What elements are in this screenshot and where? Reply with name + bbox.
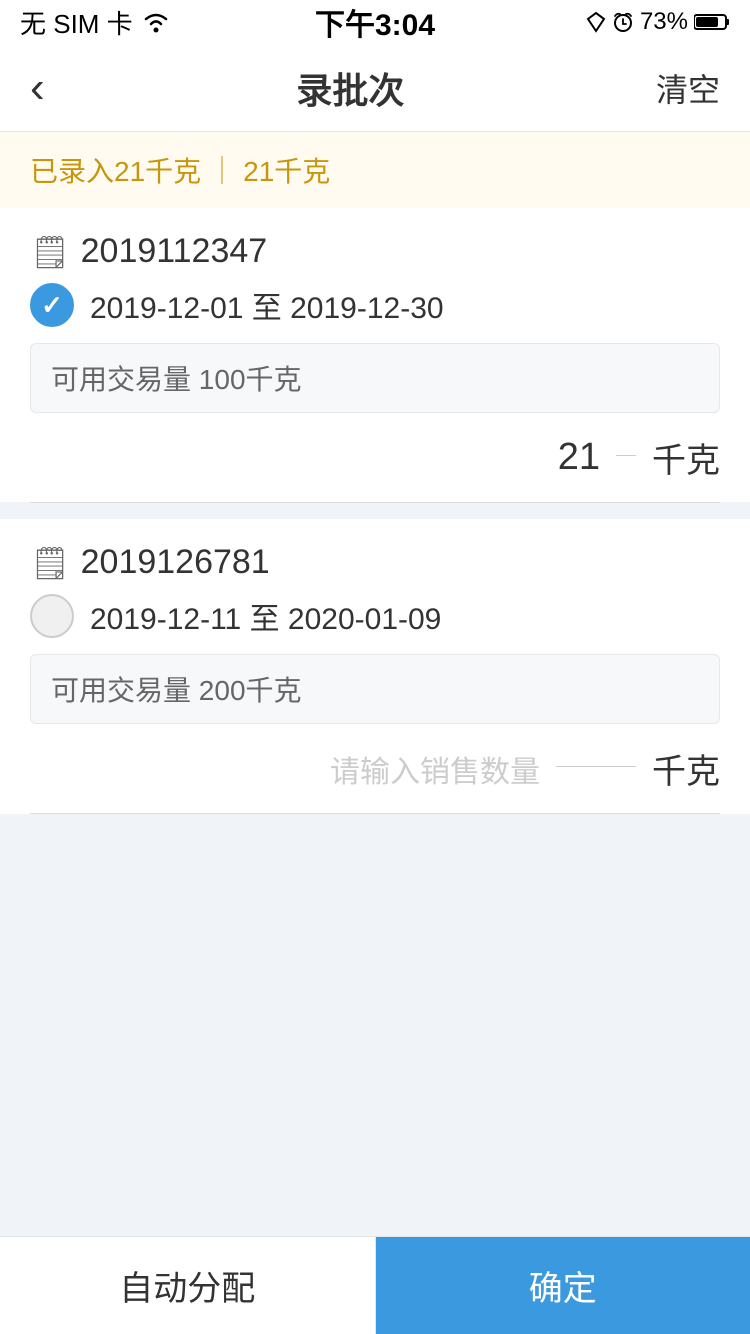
back-button[interactable]: ‹ bbox=[30, 66, 45, 110]
batch-2-qty-row: 请输入销售数量 千克 bbox=[0, 724, 750, 813]
document-icon-2: 🗒 bbox=[30, 544, 71, 582]
no-sim-text: 无 SIM 卡 bbox=[20, 4, 133, 41]
batch-2-qty-unit: 千克 bbox=[652, 744, 720, 793]
batch-item-1: 🗒 2019112347 2019-12-01 至 2019-12-30 可用交… bbox=[0, 208, 750, 413]
wifi-icon bbox=[141, 11, 171, 33]
battery-icon bbox=[694, 13, 730, 31]
batch-1-number: 2019112347 bbox=[81, 232, 268, 271]
battery-text: 73% bbox=[640, 8, 688, 36]
batch-1-date: 2019-12-01 至 2019-12-30 bbox=[90, 283, 444, 327]
nav-bar: ‹ 录批次 清空 bbox=[0, 44, 750, 132]
batch-2-inner: 🗒 2019126781 2019-12-11 至 2020-01-09 可用交… bbox=[0, 519, 750, 724]
batch-2-date: 2019-12-11 至 2020-01-09 bbox=[90, 594, 441, 638]
batch-1-checkbox[interactable] bbox=[30, 283, 74, 327]
status-left: 无 SIM 卡 bbox=[20, 4, 171, 41]
batch-1-available-text: 可用交易量 100千克 bbox=[51, 364, 302, 395]
batch-1-date-row: 2019-12-01 至 2019-12-30 bbox=[30, 283, 720, 327]
status-time: 下午3:04 bbox=[315, 0, 435, 44]
batch-2-qty-placeholder: 请输入销售数量 bbox=[330, 747, 540, 791]
alarm-icon bbox=[612, 11, 634, 33]
batch-2-available-box: 可用交易量 200千克 bbox=[30, 654, 720, 724]
batch-2-checkbox[interactable] bbox=[30, 594, 74, 638]
section-separator bbox=[0, 503, 750, 519]
bottom-bar: 自动分配 确定 bbox=[0, 1236, 750, 1334]
status-bar: 无 SIM 卡 下午3:04 73% bbox=[0, 0, 750, 44]
summary-bar: 已录入21千克 21千克 bbox=[0, 132, 750, 208]
summary-value: 21千克 bbox=[243, 150, 330, 190]
location-icon bbox=[586, 11, 606, 33]
confirm-button[interactable]: 确定 bbox=[376, 1237, 750, 1334]
summary-divider bbox=[221, 156, 223, 184]
batch-1-qty-unit: 千克 bbox=[652, 433, 720, 482]
clear-button[interactable]: 清空 bbox=[656, 65, 720, 111]
page-title: 录批次 bbox=[296, 62, 404, 114]
batch-2-date-row: 2019-12-11 至 2020-01-09 bbox=[30, 594, 720, 638]
batch-1-header: 🗒 2019112347 bbox=[30, 232, 720, 271]
batch-2-number: 2019126781 bbox=[81, 543, 270, 582]
summary-label: 已录入21千克 bbox=[30, 150, 201, 190]
batch-item-2: 🗒 2019126781 2019-12-11 至 2020-01-09 可用交… bbox=[0, 519, 750, 814]
batch-2-available-text: 可用交易量 200千克 bbox=[51, 675, 302, 706]
spacer bbox=[0, 814, 750, 1264]
document-icon-1: 🗒 bbox=[30, 233, 71, 271]
batch-1-available-box: 可用交易量 100千克 bbox=[30, 343, 720, 413]
status-right: 73% bbox=[586, 8, 730, 36]
auto-distribute-button[interactable]: 自动分配 bbox=[0, 1237, 376, 1334]
batch-1-qty-row: 21 千克 bbox=[0, 413, 750, 502]
batch-1-qty-value: 21 bbox=[558, 436, 600, 479]
batch-2-header: 🗒 2019126781 bbox=[30, 543, 720, 582]
